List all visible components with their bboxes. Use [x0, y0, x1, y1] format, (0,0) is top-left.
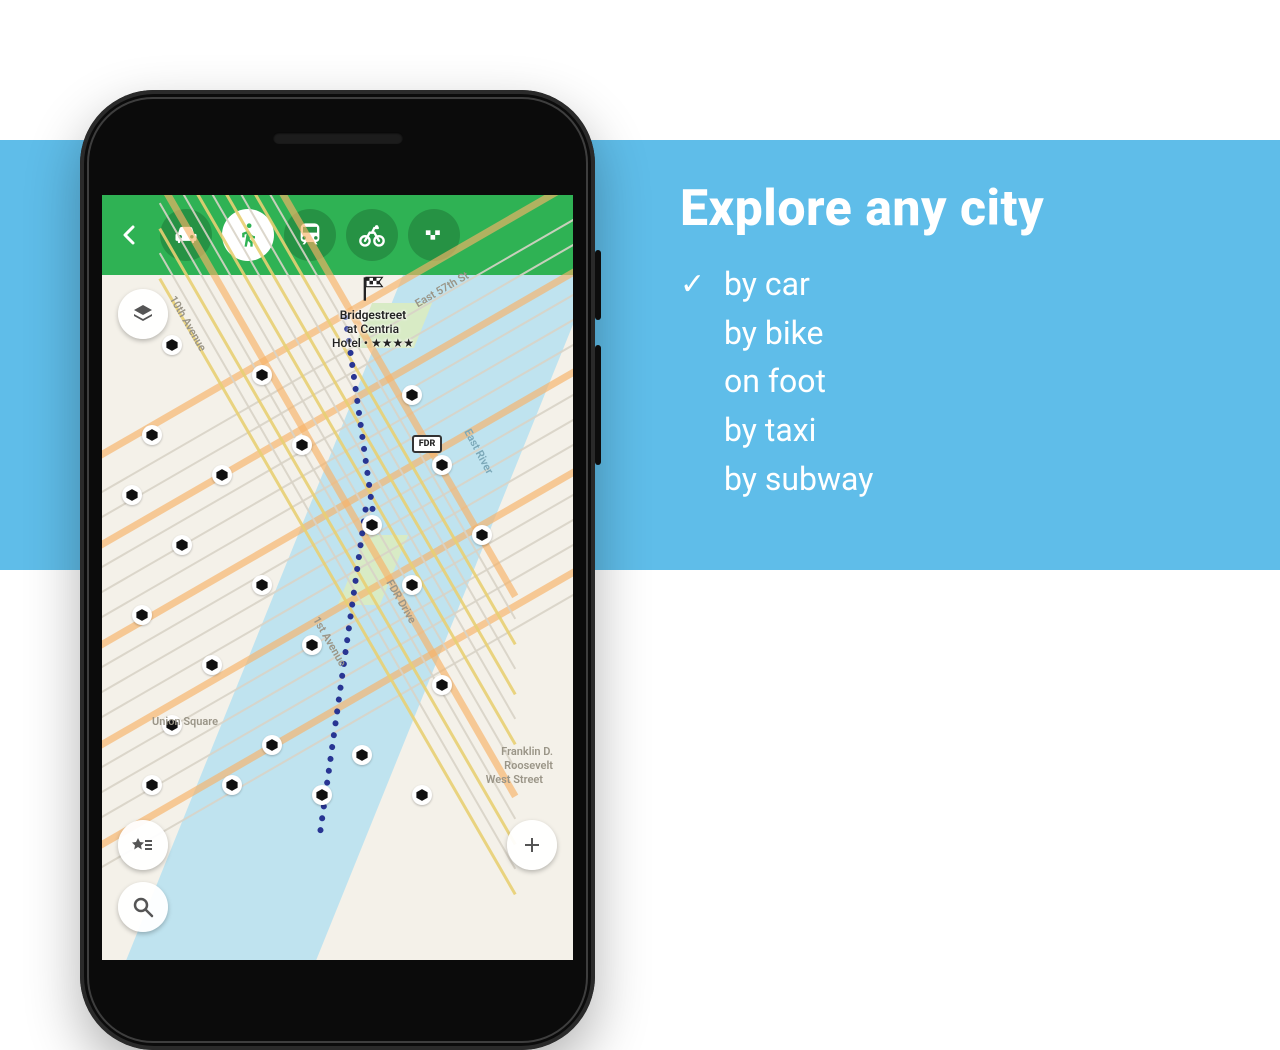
destination-name: Bridgestreet: [332, 308, 414, 322]
bookmarks-button[interactable]: [118, 820, 168, 870]
map-label: Union Square: [152, 715, 218, 728]
promo-headline: Explore any city: [680, 180, 1240, 238]
promo-item-label: by bike: [724, 309, 824, 358]
promo-item: by bike: [680, 309, 1240, 358]
phone-frame: Bridgestreet at Centria Hotel • ★★★★ Eas…: [80, 90, 595, 1050]
promo-list: ✓by car by bike on foot by taxi by subwa…: [680, 260, 1240, 503]
zoom-in-button[interactable]: [507, 820, 557, 870]
promo-item: by taxi: [680, 406, 1240, 455]
promo-item: ✓by car: [680, 260, 1240, 309]
phone-side-button: [595, 250, 601, 320]
promo-item-label: by subway: [724, 455, 873, 504]
promo-copy: Explore any city ✓by car by bike on foot…: [680, 180, 1240, 503]
phone-speaker: [273, 132, 403, 144]
promo-item-label: on foot: [724, 357, 826, 406]
map-label: West Street: [486, 773, 543, 786]
map-label: Roosevelt: [504, 759, 553, 772]
mode-bike[interactable]: [346, 209, 398, 261]
promo-item-label: by taxi: [724, 406, 816, 455]
layers-button[interactable]: [118, 289, 168, 339]
back-button[interactable]: [108, 213, 152, 257]
map-label: Franklin D.: [501, 745, 553, 758]
destination-sub: at Centria: [332, 322, 414, 336]
promo-item: by subway: [680, 455, 1240, 504]
destination-pin[interactable]: Bridgestreet at Centria Hotel • ★★★★: [332, 275, 414, 350]
phone-side-button: [595, 345, 601, 465]
route-badge: FDR: [412, 435, 442, 453]
map-canvas[interactable]: Bridgestreet at Centria Hotel • ★★★★ Eas…: [102, 275, 573, 960]
check-icon: ✓: [680, 262, 724, 308]
promo-item: on foot: [680, 357, 1240, 406]
phone-screen: Bridgestreet at Centria Hotel • ★★★★ Eas…: [102, 195, 573, 960]
promo-item-label: by car: [724, 260, 810, 309]
destination-rating: Hotel • ★★★★: [332, 336, 414, 350]
search-button[interactable]: [118, 882, 168, 932]
